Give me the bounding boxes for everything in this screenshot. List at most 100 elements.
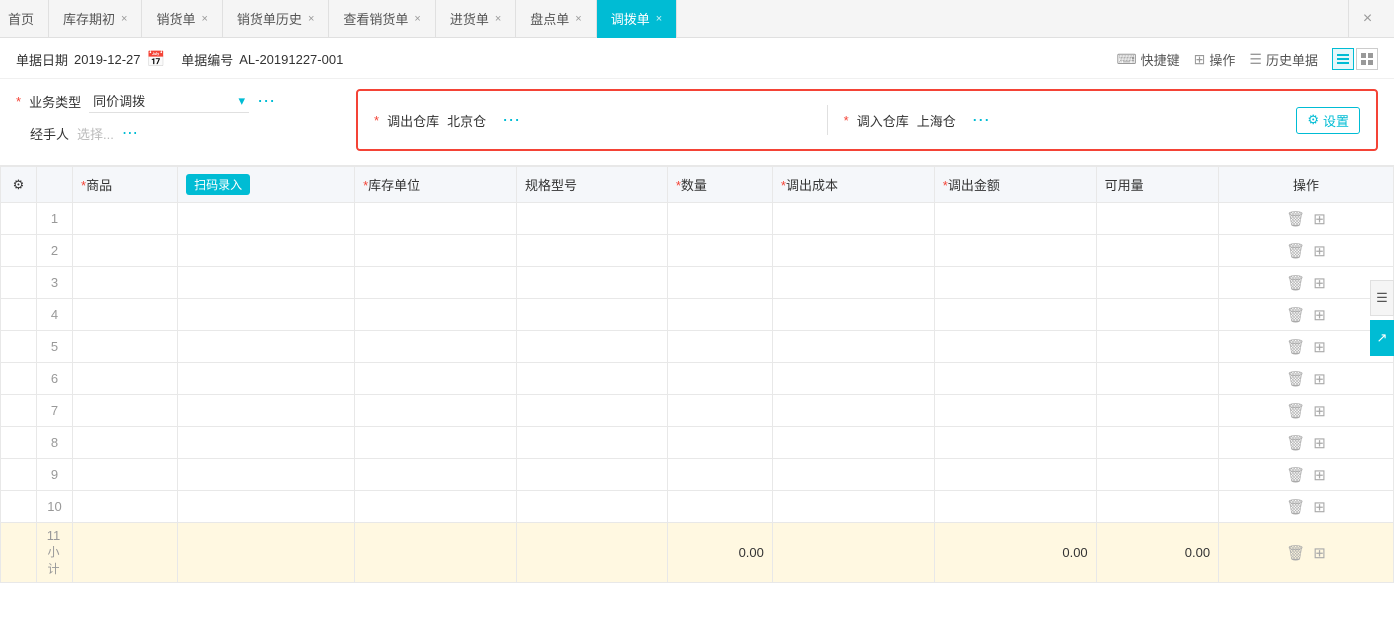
settings-button[interactable]: ⚙ 设置: [1296, 107, 1360, 134]
amount-cell[interactable]: [934, 203, 1096, 235]
copy-icon[interactable]: ⊞: [1313, 466, 1326, 484]
warehouse-in-more-icon[interactable]: ⋯: [972, 110, 990, 131]
spec-cell[interactable]: [517, 203, 668, 235]
tab-initial-stock[interactable]: 库存期初 ×: [49, 0, 142, 38]
unit-cell[interactable]: [355, 459, 517, 491]
spec-cell[interactable]: [517, 459, 668, 491]
delete-icon[interactable]: 🗑: [1286, 306, 1305, 324]
ops-btn[interactable]: ⊞ 操作: [1194, 50, 1236, 69]
spec-cell[interactable]: [517, 427, 668, 459]
copy-icon[interactable]: ⊞: [1313, 370, 1326, 388]
delete-icon[interactable]: 🗑: [1286, 466, 1305, 484]
product-cell[interactable]: [73, 267, 178, 299]
panel-expand-icon[interactable]: ↗: [1370, 320, 1394, 356]
cost-cell[interactable]: [772, 491, 934, 523]
amount-cell[interactable]: [934, 235, 1096, 267]
scan-button[interactable]: 扫码录入: [186, 174, 250, 195]
qty-cell[interactable]: [667, 427, 772, 459]
copy-icon[interactable]: ⊞: [1313, 242, 1326, 260]
amount-cell[interactable]: [934, 427, 1096, 459]
cost-cell[interactable]: [772, 363, 934, 395]
cost-cell[interactable]: [772, 203, 934, 235]
tab-sales-history[interactable]: 销货单历史 ×: [223, 0, 329, 38]
product-cell[interactable]: [73, 459, 178, 491]
qty-cell[interactable]: [667, 459, 772, 491]
amount-cell[interactable]: [934, 299, 1096, 331]
product-cell[interactable]: [73, 427, 178, 459]
cost-cell[interactable]: [772, 395, 934, 427]
unit-cell[interactable]: [355, 363, 517, 395]
delete-icon[interactable]: 🗑: [1286, 370, 1305, 388]
qty-cell[interactable]: [667, 299, 772, 331]
amount-cell[interactable]: [934, 267, 1096, 299]
product-cell[interactable]: [73, 331, 178, 363]
tab-view-sales[interactable]: 查看销货单 ×: [329, 0, 435, 38]
tab-sales-history-close[interactable]: ×: [308, 13, 314, 25]
copy-icon[interactable]: ⊞: [1313, 306, 1326, 324]
unit-cell[interactable]: [355, 267, 517, 299]
tab-initial-stock-close[interactable]: ×: [121, 13, 127, 25]
cost-cell[interactable]: [772, 235, 934, 267]
unit-cell[interactable]: [355, 203, 517, 235]
copy-icon[interactable]: ⊞: [1313, 402, 1326, 420]
product-cell[interactable]: [73, 203, 178, 235]
th-settings[interactable]: ⚙: [1, 167, 37, 203]
tab-purchase-order-close[interactable]: ×: [495, 13, 501, 25]
panel-doc-icon[interactable]: ☰: [1370, 280, 1394, 316]
qty-cell[interactable]: [667, 395, 772, 427]
spec-cell[interactable]: [517, 395, 668, 427]
delete-icon[interactable]: 🗑: [1286, 274, 1305, 292]
product-cell[interactable]: [73, 363, 178, 395]
tab-inventory-close[interactable]: ×: [575, 13, 581, 25]
tab-purchase-order[interactable]: 进货单 ×: [436, 0, 516, 38]
delete-icon[interactable]: 🗑: [1286, 338, 1305, 356]
warehouse-out-more-icon[interactable]: ⋯: [502, 110, 520, 131]
qty-cell[interactable]: [667, 491, 772, 523]
spec-cell[interactable]: [517, 267, 668, 299]
person-more-icon[interactable]: ⋯: [122, 123, 138, 143]
amount-cell[interactable]: [934, 395, 1096, 427]
business-type-more-icon[interactable]: ⋯: [257, 91, 275, 112]
cost-cell[interactable]: [772, 331, 934, 363]
qty-cell[interactable]: [667, 363, 772, 395]
tab-transfer-close[interactable]: ×: [656, 13, 662, 25]
qty-cell[interactable]: [667, 267, 772, 299]
unit-cell[interactable]: [355, 299, 517, 331]
product-cell[interactable]: [73, 299, 178, 331]
delete-icon[interactable]: 🗑: [1286, 544, 1305, 562]
tab-transfer[interactable]: 调拨单 ×: [597, 0, 677, 38]
product-cell[interactable]: [73, 235, 178, 267]
unit-cell[interactable]: [355, 235, 517, 267]
delete-icon[interactable]: 🗑: [1286, 498, 1305, 516]
tab-view-sales-close[interactable]: ×: [414, 13, 420, 25]
tab-home[interactable]: 首页: [8, 0, 49, 38]
layout-list-btn[interactable]: [1332, 48, 1354, 70]
spec-cell[interactable]: [517, 299, 668, 331]
calendar-icon[interactable]: 📅: [147, 50, 166, 68]
delete-icon[interactable]: 🗑: [1286, 402, 1305, 420]
tab-inventory[interactable]: 盘点单 ×: [516, 0, 596, 38]
qty-cell[interactable]: [667, 331, 772, 363]
spec-cell[interactable]: [517, 491, 668, 523]
tab-sales-order[interactable]: 销货单 ×: [142, 0, 222, 38]
shortcut-btn[interactable]: ⌨ 快捷键: [1116, 50, 1179, 69]
qty-cell[interactable]: [667, 203, 772, 235]
copy-icon[interactable]: ⊞: [1313, 498, 1326, 516]
delete-icon[interactable]: 🗑: [1286, 242, 1305, 260]
scroll-area[interactable]: ⚙ *商品 扫码录入 *库存单位 规格型号 *数量 *调出成本 *调出金额 可用…: [0, 166, 1394, 583]
copy-icon[interactable]: ⊞: [1313, 338, 1326, 356]
delete-icon[interactable]: 🗑: [1286, 434, 1305, 452]
history-btn[interactable]: ☰ 历史单据: [1249, 50, 1318, 69]
cost-cell[interactable]: [772, 299, 934, 331]
unit-cell[interactable]: [355, 331, 517, 363]
unit-cell[interactable]: [355, 395, 517, 427]
amount-cell[interactable]: [934, 491, 1096, 523]
spec-cell[interactable]: [517, 235, 668, 267]
unit-cell[interactable]: [355, 427, 517, 459]
copy-icon[interactable]: ⊞: [1313, 434, 1326, 452]
amount-cell[interactable]: [934, 363, 1096, 395]
copy-icon[interactable]: ⊞: [1313, 274, 1326, 292]
cost-cell[interactable]: [772, 459, 934, 491]
spec-cell[interactable]: [517, 331, 668, 363]
copy-icon[interactable]: ⊞: [1313, 210, 1326, 228]
